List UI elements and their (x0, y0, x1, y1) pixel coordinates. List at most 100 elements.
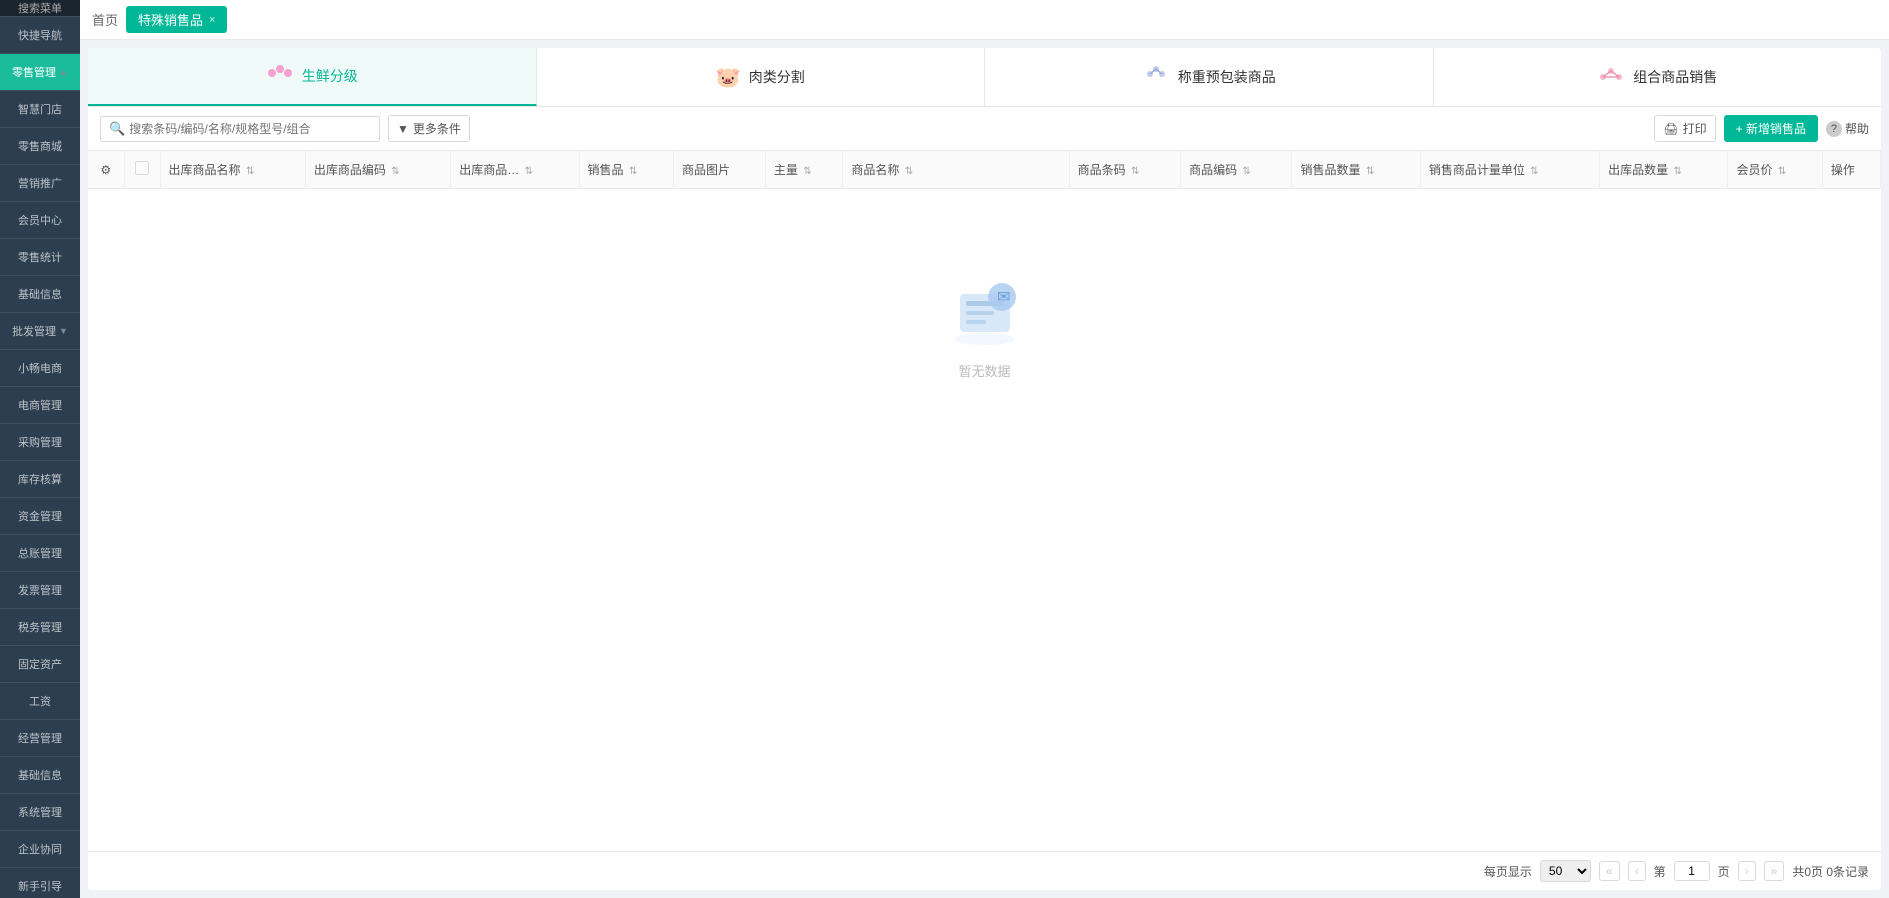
sidebar-item-purchase-mgmt[interactable]: 采购管理 (0, 424, 80, 461)
content-area: 生鲜分级 🐷 肉类分割 称重预包装商品 (88, 48, 1881, 890)
next-page-button[interactable]: › (1738, 861, 1756, 881)
search-box[interactable]: 🔍 (100, 116, 380, 142)
col-setting[interactable]: ⚙ (88, 151, 124, 189)
col-out-code-label: 出库商品编码 (314, 163, 386, 177)
sidebar-item-finance[interactable]: 资金管理 (0, 498, 80, 535)
sidebar-item-quick-nav[interactable]: 快捷导航 (0, 17, 80, 54)
col-member-price-label: 会员价 (1736, 163, 1772, 177)
sidebar-item-label: 电商管理 (18, 397, 62, 413)
sidebar-item-label: 批发管理 (12, 323, 56, 339)
fresh-grade-icon (266, 62, 294, 90)
sidebar-item-fixed-assets[interactable]: 固定资产 (0, 646, 80, 683)
sidebar-item-member-center[interactable]: 会员中心 (0, 202, 80, 239)
col-sale-qty-label: 销售品数量 (1300, 163, 1360, 177)
col-out-qty[interactable]: 出库品数量 ⇅ (1600, 151, 1728, 189)
select-all-checkbox[interactable] (135, 161, 149, 175)
weigh-pack-icon (1142, 63, 1170, 91)
sort-icon: ⇅ (803, 166, 811, 177)
sidebar-item-label: 经营管理 (18, 730, 62, 746)
sidebar-logo[interactable]: 搜索菜单 (0, 0, 80, 17)
tab-combo[interactable]: 组合商品销售 (1434, 48, 1882, 106)
filter-button[interactable]: ▼ 更多条件 (388, 115, 470, 142)
col-out-spec[interactable]: 出库商品… ⇅ (451, 151, 579, 189)
search-input[interactable] (129, 122, 371, 136)
col-product-code-label: 商品编码 (1189, 163, 1237, 177)
add-sale-item-button[interactable]: + 新增销售品 (1724, 115, 1818, 142)
sidebar-item-wholesale-mgmt[interactable]: 批发管理 ▼ (0, 313, 80, 350)
sidebar-item-retail-stats[interactable]: 零售统计 (0, 239, 80, 276)
chevron-down-icon: ▼ (59, 326, 68, 336)
col-barcode[interactable]: 商品条码 ⇅ (1069, 151, 1180, 189)
sidebar-item-wages[interactable]: 工资 (0, 683, 80, 720)
col-action-label: 操作 (1831, 163, 1855, 177)
sidebar-item-label: 零售商城 (18, 138, 62, 154)
sidebar-item-retail-mall[interactable]: 零售商城 (0, 128, 80, 165)
col-product-code[interactable]: 商品编码 ⇅ (1181, 151, 1292, 189)
col-barcode-label: 商品条码 (1078, 163, 1126, 177)
sort-icon: ⇅ (905, 166, 913, 177)
col-out-spec-label: 出库商品… (459, 163, 519, 177)
per-page-label: 每页显示 (1484, 863, 1532, 880)
sidebar-item-label: 基础信息 (18, 767, 62, 783)
sidebar-item-inventory[interactable]: 库存核算 (0, 461, 80, 498)
sidebar-item-ledger[interactable]: 总账管理 (0, 535, 80, 572)
meat-cut-icon: 🐷 (716, 65, 741, 90)
col-out-code[interactable]: 出库商品编码 ⇅ (305, 151, 450, 189)
sidebar-item-basic-info2[interactable]: 基础信息 (0, 757, 80, 794)
col-sale-unit[interactable]: 销售商品计量单位 ⇅ (1420, 151, 1599, 189)
tab-meat-cut[interactable]: 🐷 肉类分割 (537, 48, 986, 106)
empty-state: ✉ 暂无数据 (88, 189, 1881, 460)
col-out-qty-label: 出库品数量 (1608, 163, 1668, 177)
sidebar-item-invoice[interactable]: 发票管理 (0, 572, 80, 609)
sidebar-item-ecom-mgmt[interactable]: 电商管理 (0, 387, 80, 424)
sidebar-item-enterprise[interactable]: 企业协同 (0, 831, 80, 868)
add-label: + 新增销售品 (1736, 120, 1806, 137)
tab-fresh-grade-label: 生鲜分级 (302, 66, 358, 86)
tab-weigh-pack[interactable]: 称重预包装商品 (985, 48, 1434, 106)
active-tab[interactable]: 特殊销售品 × (126, 6, 227, 33)
sidebar-item-tax[interactable]: 税务管理 (0, 609, 80, 646)
per-page-select[interactable]: 50 10 20 100 (1540, 860, 1591, 882)
sidebar-item-biz-mgmt[interactable]: 经营管理 (0, 720, 80, 757)
print-icon: 🖨 (1663, 122, 1678, 136)
sidebar-item-sales-promo[interactable]: 营销推广 (0, 165, 80, 202)
col-out-name[interactable]: 出库商品名称 ⇅ (160, 151, 305, 189)
sidebar-item-sys-mgmt[interactable]: 系统管理 (0, 794, 80, 831)
sort-icon: ⇅ (525, 166, 533, 177)
last-page-button[interactable]: » (1764, 861, 1785, 881)
tab-fresh-grade[interactable]: 生鲜分级 (88, 48, 537, 106)
home-link[interactable]: 首页 (92, 10, 118, 29)
sidebar-item-label: 资金管理 (18, 508, 62, 524)
sidebar-item-newbie[interactable]: 新手引导 (0, 868, 80, 898)
sort-icon: ⇅ (1778, 166, 1786, 177)
col-weight[interactable]: 主量 ⇅ (765, 151, 842, 189)
sidebar-item-mini-ecom[interactable]: 小畅电商 (0, 350, 80, 387)
help-button[interactable]: ? 帮助 (1826, 120, 1869, 137)
col-product-name[interactable]: 商品名称 ⇅ (843, 151, 1069, 189)
sidebar-item-label: 会员中心 (18, 212, 62, 228)
first-page-button[interactable]: « (1599, 861, 1620, 881)
page-suffix-label: 页 (1718, 863, 1730, 880)
prev-page-button[interactable]: ‹ (1628, 861, 1646, 881)
col-action: 操作 (1822, 151, 1880, 189)
print-button[interactable]: 🖨 打印 (1654, 115, 1715, 142)
table-container: ⚙ 出库商品名称 ⇅ 出库商品编码 ⇅ (88, 151, 1881, 851)
sidebar-item-label: 工资 (29, 693, 51, 709)
col-member-price[interactable]: 会员价 ⇅ (1728, 151, 1822, 189)
page-number-input[interactable] (1674, 861, 1710, 881)
setting-icon: ⚙ (100, 163, 111, 177)
sidebar-item-basic-info[interactable]: 基础信息 (0, 276, 80, 313)
sidebar-item-label: 小畅电商 (18, 360, 62, 376)
col-sale-item-label: 销售品 (588, 163, 624, 177)
sidebar-item-label: 企业协同 (18, 841, 62, 857)
close-tab-icon[interactable]: × (209, 14, 215, 26)
col-sale-item[interactable]: 销售品 ⇅ (579, 151, 673, 189)
sidebar-item-smart-store[interactable]: 智慧门店 (0, 91, 80, 128)
tab-meat-cut-label: 肉类分割 (749, 67, 805, 87)
sidebar-item-retail-mgmt[interactable]: 零售管理 ▲ (0, 54, 80, 91)
col-sale-qty[interactable]: 销售品数量 ⇅ (1292, 151, 1420, 189)
toolbar: 🔍 ▼ 更多条件 🖨 打印 + 新增销售品 ? 帮助 (88, 107, 1881, 151)
sidebar-item-label: 营销推广 (18, 175, 62, 191)
main-area: 首页 特殊销售品 × 生鲜分级 🐷 肉类分割 (80, 0, 1889, 898)
col-check[interactable] (124, 151, 160, 189)
